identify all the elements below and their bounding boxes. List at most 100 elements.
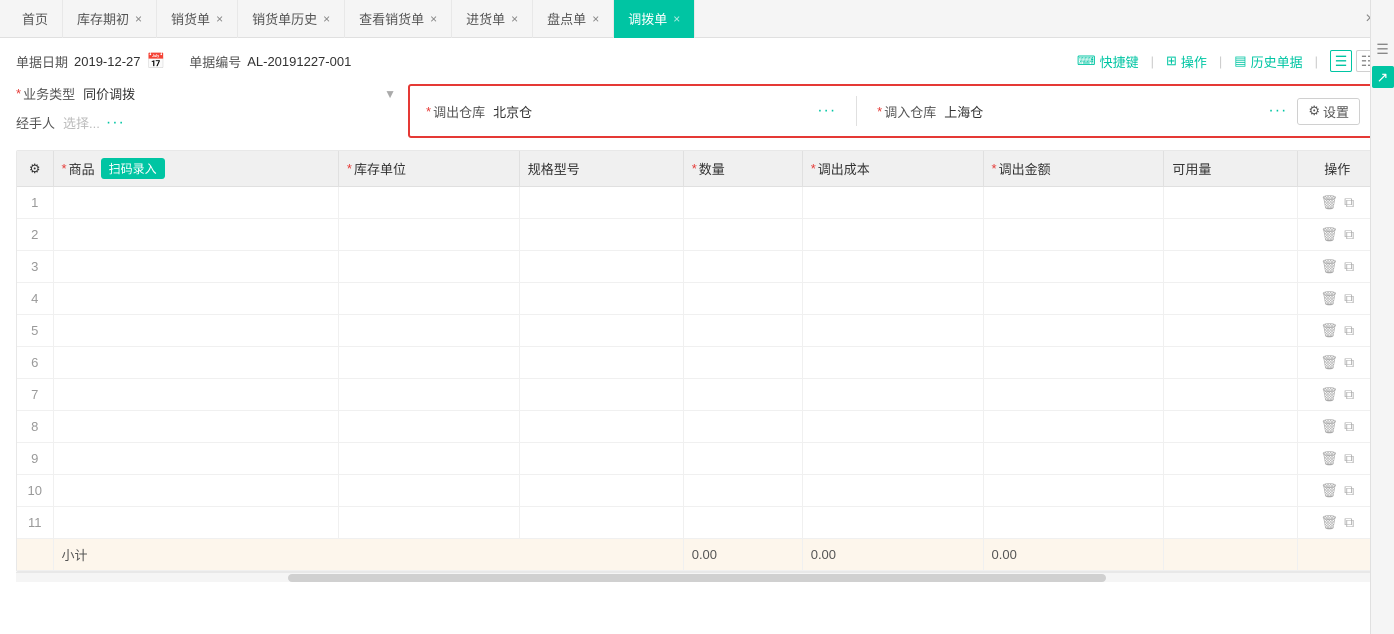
- operations-btn[interactable]: ⊞ 操作: [1166, 52, 1207, 71]
- biz-type-value[interactable]: 同价调拨: [83, 84, 378, 103]
- table-row: 2 🗑⧉: [17, 219, 1377, 251]
- business-type-row: * 业务类型 同价调拨 ▼: [16, 84, 396, 103]
- copy-icon-5[interactable]: ⧉: [1344, 322, 1354, 339]
- out-wh-value[interactable]: 北京仓: [493, 102, 811, 121]
- tab-purchase-order[interactable]: 进货单 ×: [452, 0, 533, 38]
- copy-icon-1[interactable]: ⧉: [1344, 194, 1354, 211]
- delete-icon-11[interactable]: 🗑: [1320, 514, 1338, 531]
- table-header-row: ⚙ * 商品 扫码录入 * 库存单位: [17, 151, 1377, 187]
- tab-home[interactable]: 首页: [8, 0, 63, 38]
- available-cell-1: [1164, 187, 1297, 219]
- biz-type-dropdown-icon[interactable]: ▼: [384, 87, 396, 101]
- copy-icon-11[interactable]: ⧉: [1344, 514, 1354, 531]
- delete-icon-10[interactable]: 🗑: [1320, 482, 1338, 499]
- copy-icon-4[interactable]: ⧉: [1344, 290, 1354, 307]
- date-label: 单据日期: [16, 52, 68, 71]
- in-wh-more-btn[interactable]: ···: [1268, 102, 1287, 120]
- close-transfer-order[interactable]: ×: [673, 12, 680, 26]
- copy-icon-2[interactable]: ⧉: [1344, 226, 1354, 243]
- tab-view-sales[interactable]: 查看销货单 ×: [345, 0, 452, 38]
- row-num-1: 1: [17, 187, 53, 219]
- copy-icon-8[interactable]: ⧉: [1344, 418, 1354, 435]
- table-row: 3 🗑⧉: [17, 251, 1377, 283]
- in-warehouse-section: * 调入仓库 上海仓 ···: [877, 102, 1287, 121]
- doc-num-group: 单据编号 AL-20191227-001: [189, 52, 351, 71]
- copy-icon-10[interactable]: ⧉: [1344, 482, 1354, 499]
- table-row: 1 🗑 ⧉: [17, 187, 1377, 219]
- close-sales-history[interactable]: ×: [323, 12, 330, 26]
- delete-icon-6[interactable]: 🗑: [1320, 354, 1338, 371]
- close-inventory-init[interactable]: ×: [135, 12, 142, 26]
- product-cell-1[interactable]: [53, 187, 338, 219]
- person-more-btn[interactable]: ···: [106, 114, 125, 132]
- close-purchase-order[interactable]: ×: [511, 12, 518, 26]
- delete-icon-9[interactable]: 🗑: [1320, 450, 1338, 467]
- action-cell-6: 🗑⧉: [1297, 347, 1377, 379]
- date-value[interactable]: 2019-12-27: [74, 54, 141, 69]
- cost-cell-1[interactable]: [802, 187, 983, 219]
- grid-icon: ⊞: [1166, 53, 1177, 69]
- close-view-sales[interactable]: ×: [430, 12, 437, 26]
- th-available: 可用量: [1164, 151, 1297, 187]
- tab-transfer-order[interactable]: 调拨单 ×: [614, 0, 695, 38]
- table-row: 6 🗑⧉: [17, 347, 1377, 379]
- subtotal-amount: 0.00: [983, 539, 1164, 571]
- table-row: 9 🗑⧉: [17, 443, 1377, 475]
- person-row: 经手人 选择... ···: [16, 113, 396, 132]
- subtotal-qty: 0.00: [683, 539, 802, 571]
- calendar-icon[interactable]: 📅: [147, 52, 166, 70]
- th-spec: 规格型号: [519, 151, 683, 187]
- settings-button[interactable]: ⚙ 设置: [1297, 98, 1360, 125]
- gear-icon: ⚙: [29, 161, 41, 176]
- date-group: 单据日期 2019-12-27 📅: [16, 52, 165, 71]
- header-row: 单据日期 2019-12-27 📅 单据编号 AL-20191227-001 ⌨…: [16, 50, 1378, 72]
- delete-icon-3[interactable]: 🗑: [1320, 258, 1338, 275]
- delete-icon-4[interactable]: 🗑: [1320, 290, 1338, 307]
- th-action: 操作: [1297, 151, 1377, 187]
- shortcut-icon: ⌨: [1077, 53, 1096, 69]
- history-btn[interactable]: ▤ 历史单据: [1234, 52, 1302, 71]
- out-wh-more-btn[interactable]: ···: [817, 102, 836, 120]
- form-left: * 业务类型 同价调拨 ▼ 经手人 选择... ···: [16, 84, 396, 132]
- tab-inventory-count[interactable]: 盘点单 ×: [533, 0, 614, 38]
- unit-cell-1[interactable]: [338, 187, 519, 219]
- close-inventory-count[interactable]: ×: [592, 12, 599, 26]
- layout-list-icon[interactable]: ☰: [1330, 50, 1352, 72]
- qty-cell-1[interactable]: [683, 187, 802, 219]
- person-placeholder[interactable]: 选择...: [63, 113, 100, 132]
- in-wh-value[interactable]: 上海仓: [944, 102, 1262, 121]
- delete-icon-7[interactable]: 🗑: [1320, 386, 1338, 403]
- sidebar-export-icon[interactable]: ↗: [1372, 66, 1394, 88]
- copy-icon-6[interactable]: ⧉: [1344, 354, 1354, 371]
- th-unit: * 库存单位: [338, 151, 519, 187]
- sidebar-list-icon[interactable]: ☰: [1372, 38, 1394, 60]
- action-cell-5: 🗑⧉: [1297, 315, 1377, 347]
- delete-icon-5[interactable]: 🗑: [1320, 322, 1338, 339]
- tab-inventory-init[interactable]: 库存期初 ×: [63, 0, 157, 38]
- scan-button[interactable]: 扫码录入: [101, 158, 165, 179]
- close-sales-order[interactable]: ×: [216, 12, 223, 26]
- tab-sales-order[interactable]: 销货单 ×: [157, 0, 238, 38]
- table-wrap: ⚙ * 商品 扫码录入 * 库存单位: [16, 150, 1378, 572]
- delete-icon-2[interactable]: 🗑: [1320, 226, 1338, 243]
- copy-icon-9[interactable]: ⧉: [1344, 450, 1354, 467]
- in-wh-label: 调入仓库: [884, 102, 936, 121]
- copy-icon-7[interactable]: ⧉: [1344, 386, 1354, 403]
- spec-cell-1[interactable]: [519, 187, 683, 219]
- scroll-thumb[interactable]: [288, 574, 1105, 582]
- shortcuts-btn[interactable]: ⌨ 快捷键: [1077, 52, 1139, 71]
- table-row: 7 🗑⧉: [17, 379, 1377, 411]
- tab-sales-history[interactable]: 销货单历史 ×: [238, 0, 345, 38]
- amount-cell-1[interactable]: [983, 187, 1164, 219]
- out-wh-star: *: [426, 104, 431, 119]
- delete-icon-8[interactable]: 🗑: [1320, 418, 1338, 435]
- copy-icon-3[interactable]: ⧉: [1344, 258, 1354, 275]
- th-gear[interactable]: ⚙: [17, 151, 53, 187]
- th-quantity: * 数量: [683, 151, 802, 187]
- action-cell-3: 🗑⧉: [1297, 251, 1377, 283]
- history-icon: ▤: [1234, 53, 1246, 69]
- out-wh-label: 调出仓库: [433, 102, 485, 121]
- horizontal-scrollbar[interactable]: [16, 572, 1378, 582]
- action-cell-2: 🗑⧉: [1297, 219, 1377, 251]
- delete-icon-1[interactable]: 🗑: [1320, 194, 1338, 211]
